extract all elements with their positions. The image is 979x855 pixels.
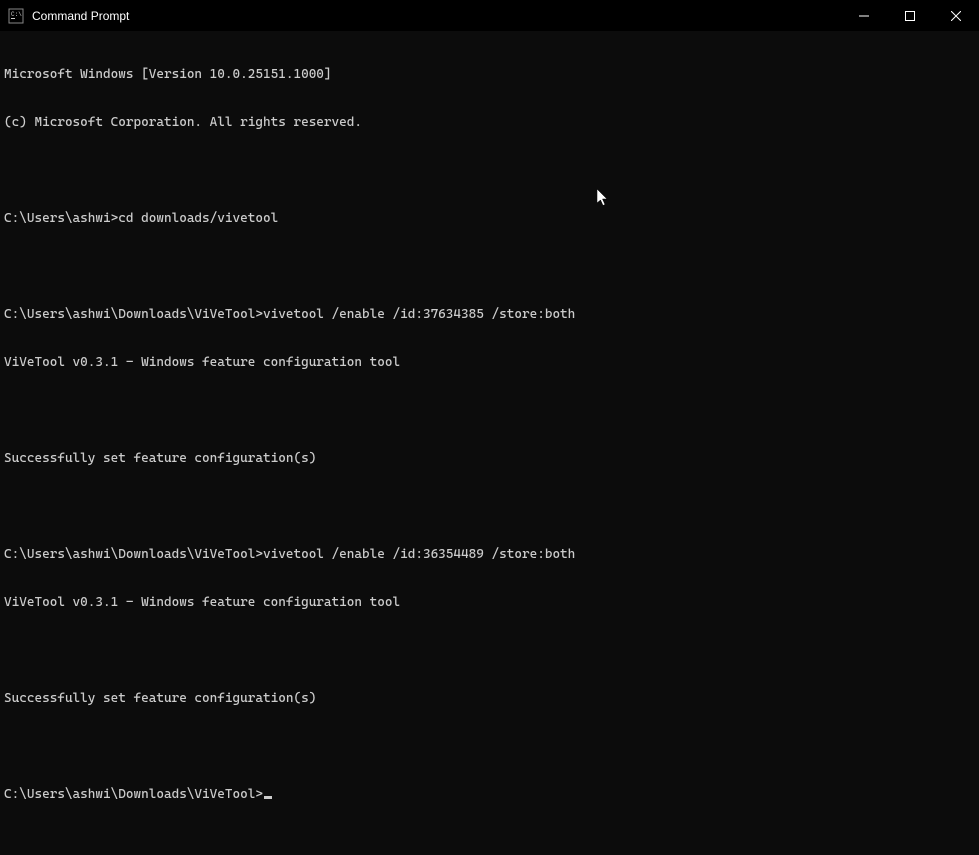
- terminal-line: ViVeTool v0.3.1 - Windows feature config…: [4, 355, 975, 371]
- cmd-icon: C:\: [8, 8, 24, 24]
- window-controls: [841, 0, 979, 31]
- terminal-line: [4, 259, 975, 275]
- terminal-area[interactable]: Microsoft Windows [Version 10.0.25151.10…: [0, 31, 979, 855]
- terminal-line: [4, 643, 975, 659]
- terminal-line: Microsoft Windows [Version 10.0.25151.10…: [4, 67, 975, 83]
- terminal-line: C:\Users\ashwi\Downloads\ViVeTool>viveto…: [4, 307, 975, 323]
- svg-text:C:\: C:\: [11, 11, 22, 18]
- terminal-line: Successfully set feature configuration(s…: [4, 691, 975, 707]
- current-prompt-line: C:\Users\ashwi\Downloads\ViVeTool>: [4, 787, 975, 803]
- terminal-line: C:\Users\ashwi\Downloads\ViVeTool>viveto…: [4, 547, 975, 563]
- current-prompt: C:\Users\ashwi\Downloads\ViVeTool>: [4, 787, 263, 802]
- minimize-button[interactable]: [841, 0, 887, 31]
- terminal-line: [4, 163, 975, 179]
- terminal-line: ViVeTool v0.3.1 - Windows feature config…: [4, 595, 975, 611]
- terminal-line: Successfully set feature configuration(s…: [4, 451, 975, 467]
- terminal-line: [4, 739, 975, 755]
- terminal-line: [4, 403, 975, 419]
- close-button[interactable]: [933, 0, 979, 31]
- titlebar[interactable]: C:\ Command Prompt: [0, 0, 979, 31]
- window-title: Command Prompt: [32, 9, 129, 23]
- cursor: [264, 796, 272, 799]
- terminal-line: [4, 499, 975, 515]
- maximize-button[interactable]: [887, 0, 933, 31]
- mouse-pointer-icon: [597, 189, 609, 207]
- terminal-line: (c) Microsoft Corporation. All rights re…: [4, 115, 975, 131]
- terminal-line: C:\Users\ashwi>cd downloads/vivetool: [4, 211, 975, 227]
